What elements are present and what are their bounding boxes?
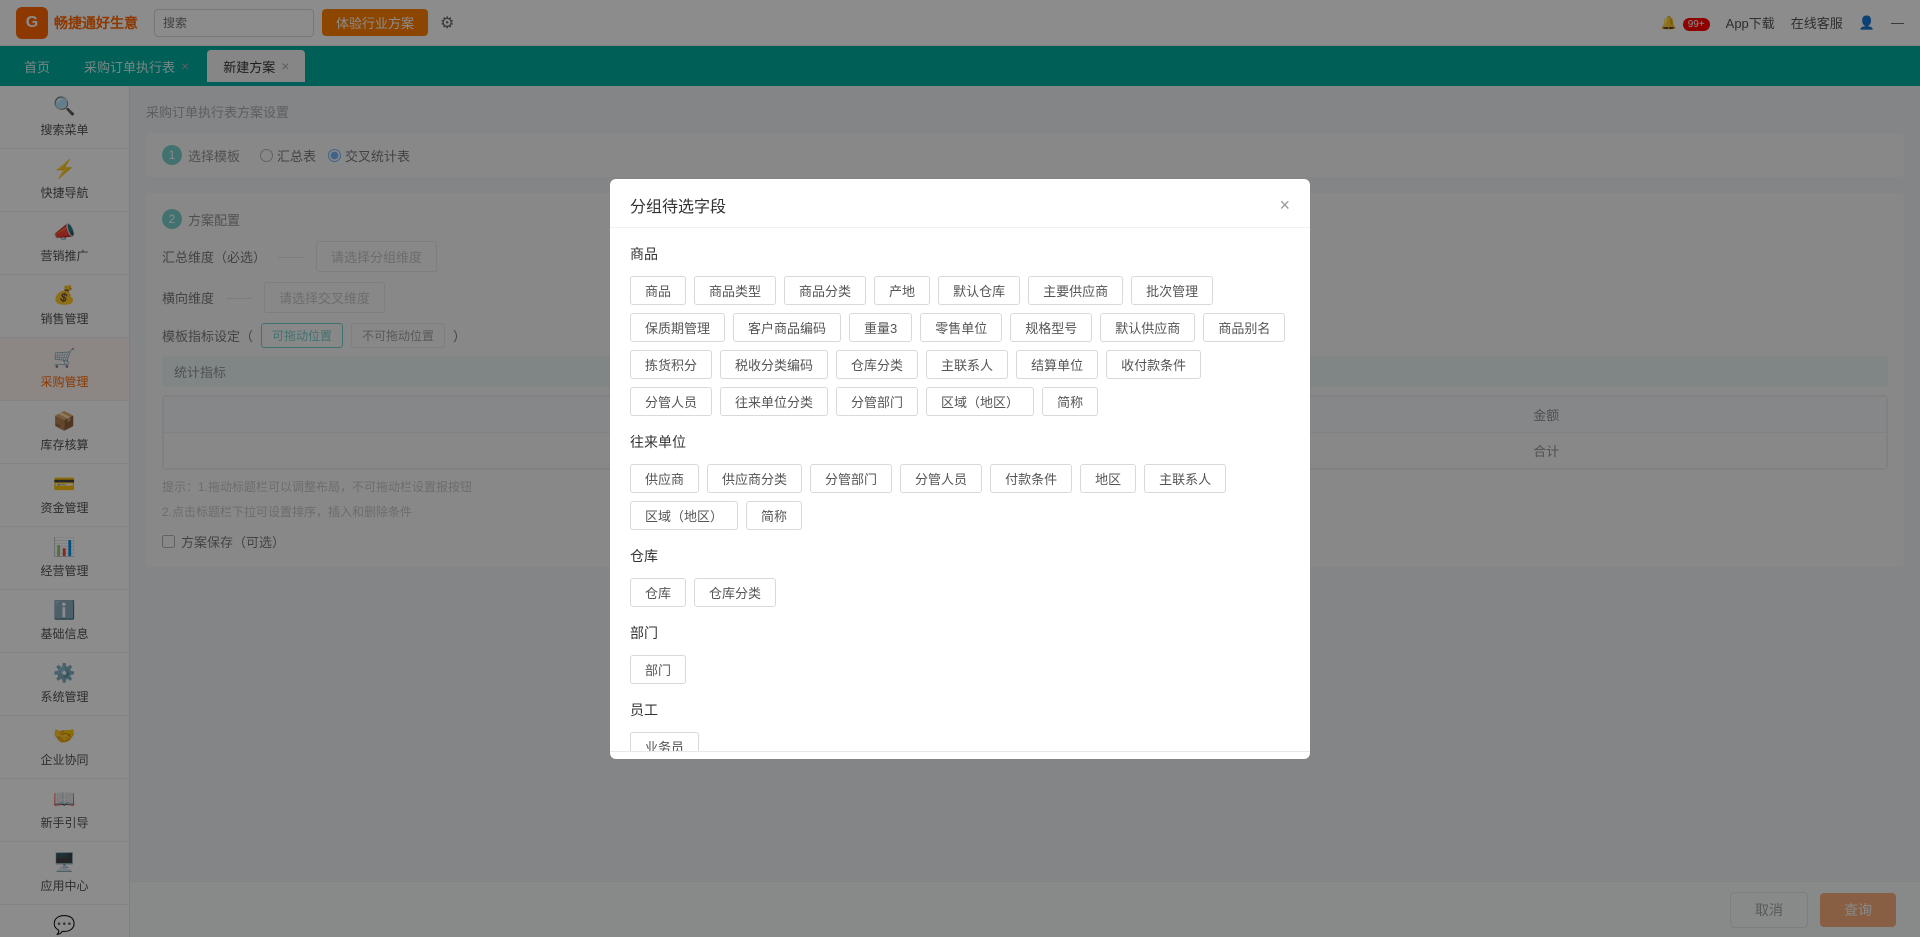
field-spec-model[interactable]: 规格型号 [1010, 313, 1092, 342]
fields-row-product: 商品 商品类型 商品分类 产地 默认仓库 主要供应商 批次管理 保质期管理 客户… [630, 276, 1290, 416]
field-warehouse[interactable]: 仓库 [630, 578, 686, 607]
field-region[interactable]: 区域（地区） [926, 387, 1034, 416]
field-product-type[interactable]: 商品类型 [694, 276, 776, 305]
fields-row-dept: 部门 [630, 655, 1290, 684]
field-area[interactable]: 地区 [1080, 464, 1136, 493]
field-supplier[interactable]: 供应商 [630, 464, 699, 493]
modal-body: 商品 商品 商品类型 商品分类 产地 默认仓库 主要供应商 批次管理 保质期管理… [610, 228, 1310, 751]
group-title-counterpart: 往来单位 [630, 432, 1290, 452]
modal-dialog: 分组待选字段 × 商品 商品 商品类型 商品分类 产地 默认仓库 主要供应商 批… [610, 179, 1310, 759]
field-settlement-unit[interactable]: 结算单位 [1016, 350, 1098, 379]
field-region2[interactable]: 区域（地区） [630, 501, 738, 530]
field-salesperson[interactable]: 业务员 [630, 732, 699, 751]
field-payment-terms[interactable]: 收付款条件 [1106, 350, 1201, 379]
group-title-warehouse: 仓库 [630, 546, 1290, 566]
field-main-contact[interactable]: 主联系人 [926, 350, 1008, 379]
field-manager2[interactable]: 分管人员 [900, 464, 982, 493]
field-customer-code[interactable]: 客户商品编码 [733, 313, 841, 342]
field-main-supplier[interactable]: 主要供应商 [1028, 276, 1123, 305]
modal-title: 分组待选字段 [630, 193, 726, 217]
modal-hscroll[interactable] [610, 751, 1310, 759]
field-product-alias[interactable]: 商品别名 [1203, 313, 1285, 342]
group-title-product: 商品 [630, 244, 1290, 264]
field-default-warehouse[interactable]: 默认仓库 [938, 276, 1020, 305]
field-counterpart-category[interactable]: 往来单位分类 [720, 387, 828, 416]
field-retail-unit[interactable]: 零售单位 [920, 313, 1002, 342]
field-main-contact2[interactable]: 主联系人 [1144, 464, 1226, 493]
field-warehouse-category[interactable]: 仓库分类 [836, 350, 918, 379]
fields-row-warehouse: 仓库 仓库分类 [630, 578, 1290, 607]
field-product-category[interactable]: 商品分类 [784, 276, 866, 305]
modal-close-button[interactable]: × [1279, 196, 1290, 214]
field-pay-terms[interactable]: 付款条件 [990, 464, 1072, 493]
field-abbr[interactable]: 简称 [1042, 387, 1098, 416]
fields-row-counterpart: 供应商 供应商分类 分管部门 分管人员 付款条件 地区 主联系人 区域（地区） … [630, 464, 1290, 530]
field-shelf-life[interactable]: 保质期管理 [630, 313, 725, 342]
field-product[interactable]: 商品 [630, 276, 686, 305]
field-dept-mgmt[interactable]: 分管部门 [836, 387, 918, 416]
field-origin[interactable]: 产地 [874, 276, 930, 305]
field-tax-code[interactable]: 税收分类编码 [720, 350, 828, 379]
field-warehouse-cat[interactable]: 仓库分类 [694, 578, 776, 607]
field-manager[interactable]: 分管人员 [630, 387, 712, 416]
field-supplier-category[interactable]: 供应商分类 [707, 464, 802, 493]
field-abbr2[interactable]: 简称 [746, 501, 802, 530]
field-weight[interactable]: 重量3 [849, 313, 912, 342]
field-batch-mgmt[interactable]: 批次管理 [1131, 276, 1213, 305]
field-dept[interactable]: 部门 [630, 655, 686, 684]
field-default-supplier[interactable]: 默认供应商 [1100, 313, 1195, 342]
modal-header: 分组待选字段 × [610, 179, 1310, 228]
modal-overlay: 分组待选字段 × 商品 商品 商品类型 商品分类 产地 默认仓库 主要供应商 批… [0, 0, 1920, 937]
fields-row-staff: 业务员 [630, 732, 1290, 751]
group-title-staff: 员工 [630, 700, 1290, 720]
group-title-dept: 部门 [630, 623, 1290, 643]
field-dept-mgmt2[interactable]: 分管部门 [810, 464, 892, 493]
field-pick-points[interactable]: 拣货积分 [630, 350, 712, 379]
